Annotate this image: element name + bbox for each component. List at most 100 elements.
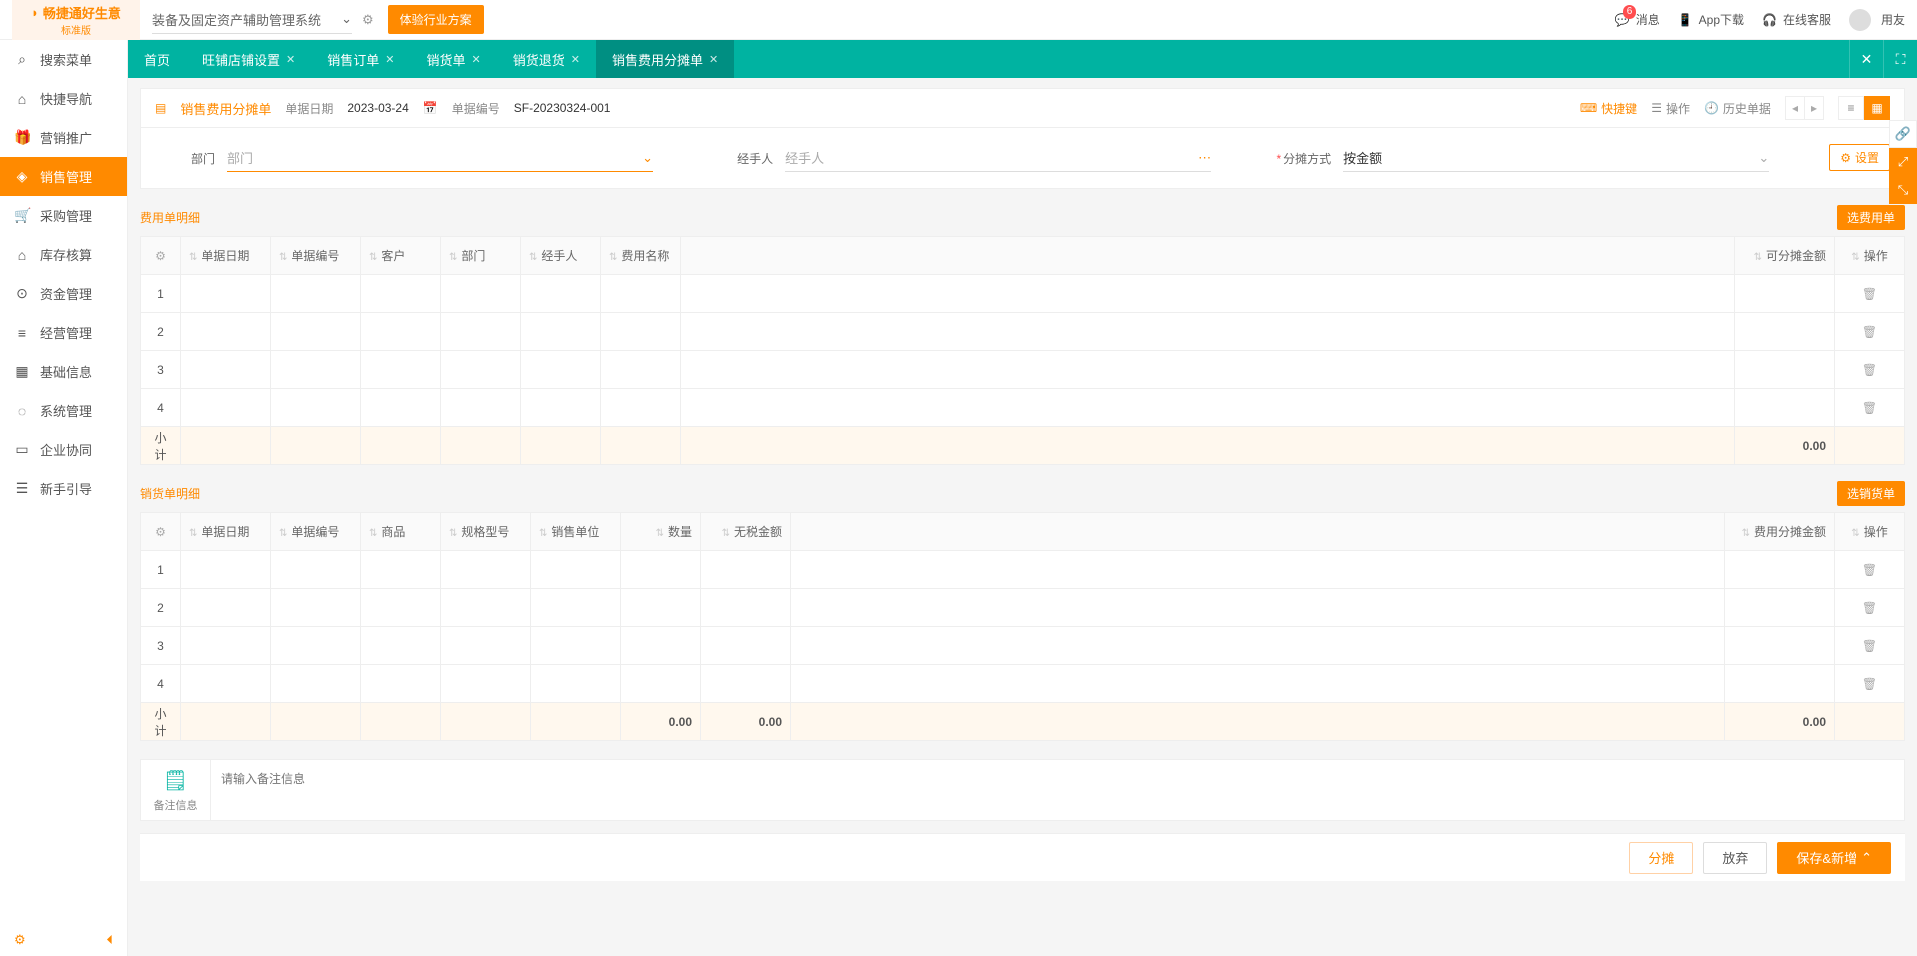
handler-select[interactable]: 经手人⋯ <box>785 144 1211 172</box>
close-icon[interactable]: ✕ <box>571 53 580 66</box>
message-badge: 6 <box>1623 5 1637 19</box>
brand-logo: ◗畅捷通好生意 标准版 <box>12 0 140 40</box>
close-icon[interactable]: ✕ <box>385 53 394 66</box>
expand2-icon[interactable]: ⤡ <box>1889 176 1917 204</box>
sidebar-item[interactable]: ⌂快捷导航 <box>0 79 127 118</box>
close-icon[interactable]: ✕ <box>709 53 718 66</box>
col-header[interactable]: ⇅可分摊金额 <box>1735 237 1835 275</box>
select-fee-button[interactable]: 选费用单 <box>1837 205 1905 230</box>
tab[interactable]: 首页 <box>128 40 186 78</box>
calendar-icon[interactable]: 📅 <box>423 101 438 115</box>
col-header[interactable]: ⇅客户 <box>361 237 441 275</box>
delete-icon[interactable]: 🗑 <box>1835 275 1905 313</box>
col-header[interactable]: ⇅商品 <box>361 513 441 551</box>
shortcut-link[interactable]: ⌨ 快捷键 <box>1580 100 1637 117</box>
discard-button[interactable]: 放弃 <box>1703 842 1767 874</box>
save-button[interactable]: 保存&新增⌃ <box>1777 842 1891 874</box>
table-row[interactable]: 3🗑 <box>141 627 1905 665</box>
history-link[interactable]: 🕘 历史单据 <box>1704 100 1771 117</box>
table-row[interactable]: 4🗑 <box>141 389 1905 427</box>
col-header[interactable]: ⇅单据日期 <box>181 237 271 275</box>
col-header[interactable]: ⇅无税金额 <box>701 513 791 551</box>
dept-select[interactable]: 部门⌄ <box>227 144 653 172</box>
online-service-link[interactable]: 🎧在线客服 <box>1762 11 1831 28</box>
collapse-icon[interactable]: ⏴ <box>107 932 114 948</box>
col-header[interactable]: ⇅单据编号 <box>271 237 361 275</box>
delete-icon[interactable]: 🗑 <box>1835 627 1905 665</box>
tab-close-all[interactable]: ✕ <box>1849 40 1883 78</box>
col-header[interactable]: ⚙ <box>141 513 181 551</box>
view-form[interactable]: ▦ <box>1864 96 1890 120</box>
col-header[interactable] <box>681 237 1735 275</box>
attach-icon[interactable]: 🔗 <box>1889 120 1917 148</box>
tab[interactable]: 销货单✕ <box>410 40 496 78</box>
app-download-link[interactable]: 📱App下载 <box>1678 11 1744 28</box>
table-row[interactable]: 1🗑 <box>141 551 1905 589</box>
tab-expand[interactable]: ⛶ <box>1883 40 1917 78</box>
next-doc[interactable]: ▸ <box>1805 97 1823 119</box>
sidebar-item[interactable]: ▦基础信息 <box>0 352 127 391</box>
user-menu[interactable]: 用友 <box>1849 9 1905 31</box>
system-selector[interactable]: 装备及固定资产辅助管理系统⌄ <box>152 6 352 34</box>
sidebar-item[interactable]: 🛒采购管理 <box>0 196 127 235</box>
tab[interactable]: 销售订单✕ <box>311 40 410 78</box>
prev-doc[interactable]: ◂ <box>1786 97 1805 119</box>
delete-icon[interactable]: 🗑 <box>1835 551 1905 589</box>
table-row[interactable]: 4🗑 <box>141 665 1905 703</box>
avatar-icon <box>1849 9 1871 31</box>
delete-icon[interactable]: 🗑 <box>1835 389 1905 427</box>
sidebar-item[interactable]: ☰新手引导 <box>0 469 127 508</box>
col-header[interactable]: ⇅经手人 <box>521 237 601 275</box>
tab-label: 销货退货 <box>513 50 565 69</box>
delete-icon[interactable]: 🗑 <box>1835 351 1905 389</box>
delete-icon[interactable]: 🗑 <box>1835 589 1905 627</box>
tab[interactable]: 销售费用分摊单✕ <box>596 40 734 78</box>
col-header[interactable]: ⇅操作 <box>1835 237 1905 275</box>
remark-input[interactable] <box>211 760 1904 820</box>
messages-link[interactable]: 💬 6 消息 <box>1615 11 1660 28</box>
col-header[interactable]: ⇅单据编号 <box>271 513 361 551</box>
settings-icon[interactable]: ⚙ <box>14 932 26 948</box>
col-header[interactable]: ⚙ <box>141 237 181 275</box>
close-icon[interactable]: ✕ <box>472 53 481 66</box>
sidebar-item[interactable]: ▭企业协同 <box>0 430 127 469</box>
experience-button[interactable]: 体验行业方案 <box>388 5 484 34</box>
gear-icon[interactable]: ⚙ <box>155 249 166 263</box>
col-header[interactable]: ⇅操作 <box>1835 513 1905 551</box>
table-row[interactable]: 2🗑 <box>141 589 1905 627</box>
tab[interactable]: 旺铺店铺设置✕ <box>186 40 311 78</box>
delete-icon[interactable]: 🗑 <box>1835 313 1905 351</box>
col-header[interactable]: ⇅数量 <box>621 513 701 551</box>
sidebar-item[interactable]: ≡经营管理 <box>0 313 127 352</box>
col-header[interactable]: ⇅销售单位 <box>531 513 621 551</box>
sidebar-item[interactable]: 🎁营销推广 <box>0 118 127 157</box>
gear-icon[interactable]: ⚙ <box>155 525 166 539</box>
col-header[interactable]: ⇅费用名称 <box>601 237 681 275</box>
sidebar-item[interactable]: ⌕搜索菜单 <box>0 40 127 79</box>
tab[interactable]: 销货退货 ✕ <box>497 40 596 78</box>
method-select[interactable]: 按金额⌄ <box>1343 144 1769 172</box>
delete-icon[interactable]: 🗑 <box>1835 665 1905 703</box>
config-button[interactable]: ⚙ 设置 <box>1829 144 1890 171</box>
view-list[interactable]: ≡ <box>1838 96 1864 120</box>
date-value[interactable]: 2023-03-24 <box>347 101 408 115</box>
sidebar-item[interactable]: ⌂库存核算 <box>0 235 127 274</box>
col-header[interactable] <box>791 513 1725 551</box>
sidebar-item[interactable]: ◈销售管理 <box>0 157 127 196</box>
col-header[interactable]: ⇅规格型号 <box>441 513 531 551</box>
select-sale-button[interactable]: 选销货单 <box>1837 481 1905 506</box>
col-header[interactable]: ⇅部门 <box>441 237 521 275</box>
expand-icon[interactable]: ⤢ <box>1889 148 1917 176</box>
col-header[interactable]: ⇅单据日期 <box>181 513 271 551</box>
table-row[interactable]: 2🗑 <box>141 313 1905 351</box>
sec2-title: 销货单明细 <box>140 485 200 502</box>
table-row[interactable]: 3🗑 <box>141 351 1905 389</box>
table-row[interactable]: 1🗑 <box>141 275 1905 313</box>
col-header[interactable]: ⇅费用分摊金额 <box>1725 513 1835 551</box>
close-icon[interactable]: ✕ <box>286 53 295 66</box>
sidebar-item[interactable]: ◌系统管理 <box>0 391 127 430</box>
sidebar-item[interactable]: ⊙资金管理 <box>0 274 127 313</box>
allocate-button[interactable]: 分摊 <box>1629 842 1693 874</box>
gear-icon[interactable]: ⚙ <box>362 12 374 28</box>
operations-link[interactable]: ☰ 操作 <box>1651 100 1690 117</box>
